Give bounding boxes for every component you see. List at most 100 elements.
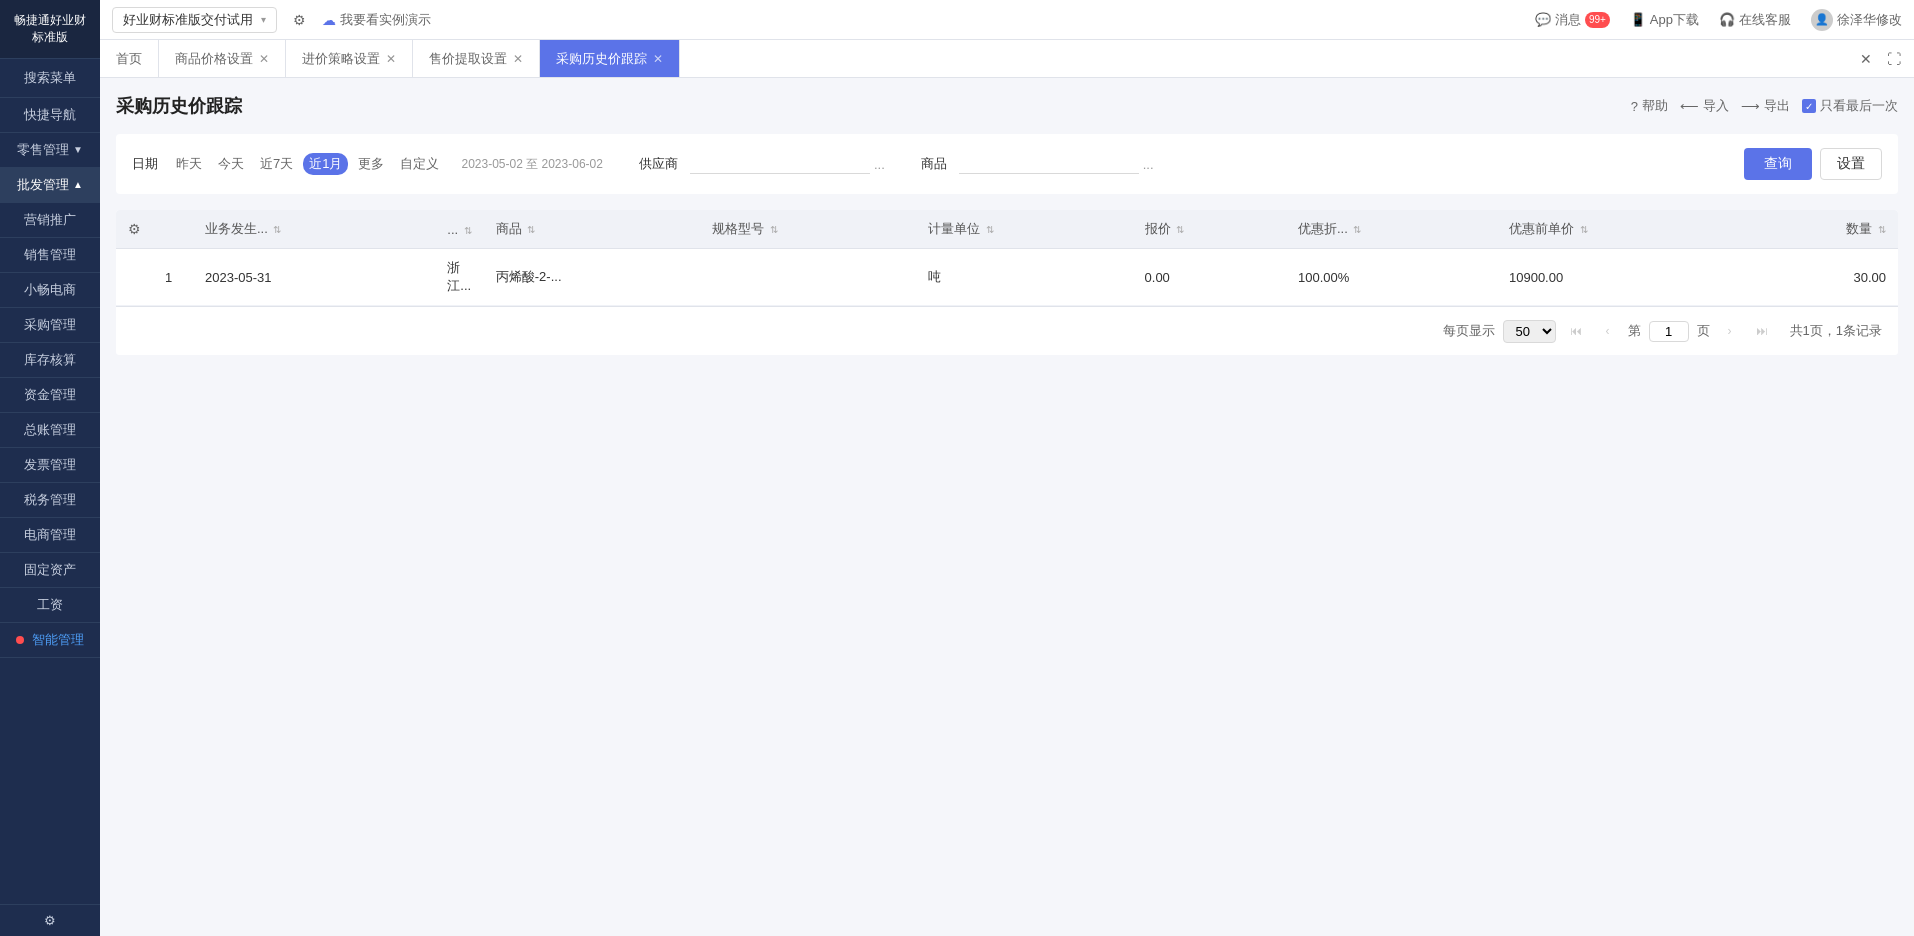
demo-link[interactable]: ☁ 我要看实例演示 <box>322 11 431 29</box>
table-header-date[interactable]: 业务发生... ⇅ <box>193 210 435 249</box>
table-header-goods[interactable]: 商品 ⇅ <box>484 210 700 249</box>
per-page-select[interactable]: 50 <box>1503 320 1556 343</box>
sidebar-item-ecom-small[interactable]: 小畅电商 <box>0 273 100 308</box>
table-header-spec[interactable]: 规格型号 ⇅ <box>700 210 916 249</box>
sidebar-item-quicknav[interactable]: 快捷导航 <box>0 98 100 133</box>
table-header-unit[interactable]: 计量单位 ⇅ <box>916 210 1132 249</box>
sidebar-item-inventory[interactable]: 库存核算 <box>0 343 100 378</box>
gear-icon[interactable]: ⚙ <box>128 221 141 237</box>
tab-expand-button[interactable]: ⛶ <box>1882 47 1906 71</box>
sort-icon-qty: ⇅ <box>1878 224 1886 235</box>
page-header: 采购历史价跟踪 ? 帮助 ⟵ 导入 ⟶ 导出 ✓ <box>116 94 1898 118</box>
tab-close-all-button[interactable]: ✕ <box>1854 47 1878 71</box>
supplier-input[interactable] <box>690 154 870 174</box>
table-header-more[interactable]: ... ⇅ <box>435 210 483 249</box>
sidebar-item-search[interactable]: 搜索菜单 <box>0 59 100 98</box>
row-date-cell: 2023-05-31 <box>193 249 435 306</box>
page-title: 采购历史价跟踪 <box>116 94 242 118</box>
row-qty-cell: 30.00 <box>1744 249 1898 306</box>
chevron-up-icon: ▲ <box>73 179 83 190</box>
sidebar-item-smart[interactable]: 智能管理 <box>0 623 100 658</box>
sort-icon-price: ⇅ <box>1176 224 1184 235</box>
message-button[interactable]: 💬 消息 99+ <box>1535 11 1610 29</box>
date-option-more[interactable]: 更多 <box>352 153 390 175</box>
goods-label: 商品 <box>921 155 947 173</box>
sort-icon-discount: ⇅ <box>1353 224 1361 235</box>
sidebar-item-marketing[interactable]: 营销推广 <box>0 203 100 238</box>
message-icon: 💬 <box>1535 12 1551 27</box>
row-goods-cell: 丙烯酸-2-... <box>484 249 700 306</box>
pagination-total: 共1页，1条记录 <box>1790 322 1882 340</box>
sidebar-item-sales[interactable]: 销售管理 <box>0 238 100 273</box>
user-menu[interactable]: 👤 徐泽华修改 <box>1811 9 1902 31</box>
tab-close-price[interactable]: ✕ <box>259 52 269 66</box>
goods-more-button[interactable]: ... <box>1143 157 1154 172</box>
goods-input[interactable] <box>959 154 1139 174</box>
tab-home[interactable]: 首页 <box>100 40 159 77</box>
pagination-last-button[interactable]: ⏭ <box>1750 319 1774 343</box>
date-option-1month[interactable]: 近1月 <box>303 153 348 175</box>
tab-purchase-history[interactable]: 采购历史价跟踪 ✕ <box>540 40 680 77</box>
date-options: 昨天 今天 近7天 近1月 更多 自定义 <box>170 153 445 175</box>
row-price-cell: 0.00 <box>1133 249 1286 306</box>
version-selector[interactable]: 好业财标准版交付试用 ▾ <box>112 7 277 33</box>
cloud-icon: ☁ <box>322 12 336 28</box>
app-download-button[interactable]: 📱 App下载 <box>1630 11 1699 29</box>
settings-button[interactable]: 设置 <box>1820 148 1882 180</box>
query-button[interactable]: 查询 <box>1744 148 1812 180</box>
sidebar-item-tax[interactable]: 税务管理 <box>0 483 100 518</box>
import-icon: ⟵ <box>1680 99 1699 114</box>
main-area: 好业财标准版交付试用 ▾ ⚙ ☁ 我要看实例演示 💬 消息 99+ 📱 App下… <box>100 0 1914 936</box>
sidebar-item-purchase[interactable]: 采购管理 <box>0 308 100 343</box>
table-header-discount[interactable]: 优惠折... ⇅ <box>1286 210 1497 249</box>
tab-bar: 首页 商品价格设置 ✕ 进价策略设置 ✕ 售价提取设置 ✕ 采购历史价跟踪 ✕ … <box>100 40 1914 78</box>
supplier-more-button[interactable]: ... <box>874 157 885 172</box>
sidebar-item-accounting[interactable]: 总账管理 <box>0 413 100 448</box>
sort-icon-pre-price: ⇅ <box>1580 224 1588 235</box>
table-header-gear: ⚙ <box>116 210 153 249</box>
pagination-next-button[interactable]: › <box>1718 319 1742 343</box>
sidebar-item-ecom[interactable]: 电商管理 <box>0 518 100 553</box>
date-option-custom[interactable]: 自定义 <box>394 153 445 175</box>
data-table-container: ⚙ 业务发生... ⇅ ... ⇅ <box>116 210 1898 355</box>
table-row: 1 2023-05-31 浙江... 丙烯酸-2-... 吨 0.00 100.… <box>116 249 1898 306</box>
table-header-num <box>153 210 193 249</box>
topbar-settings-icon[interactable]: ⚙ <box>293 12 306 28</box>
tab-close-purchase-strategy[interactable]: ✕ <box>386 52 396 66</box>
date-option-today[interactable]: 今天 <box>212 153 250 175</box>
help-button[interactable]: ? 帮助 <box>1631 97 1668 115</box>
row-spec-cell <box>700 249 916 306</box>
tab-price[interactable]: 商品价格设置 ✕ <box>159 40 286 77</box>
date-range-display: 2023-05-02 至 2023-06-02 <box>461 156 602 173</box>
import-button[interactable]: ⟵ 导入 <box>1680 97 1729 115</box>
data-table: ⚙ 业务发生... ⇅ ... ⇅ <box>116 210 1898 306</box>
row-unit-cell: 吨 <box>916 249 1132 306</box>
export-button[interactable]: ⟶ 导出 <box>1741 97 1790 115</box>
sidebar-settings-button[interactable]: ⚙ <box>0 904 100 936</box>
last-only-checkbox[interactable]: ✓ 只看最后一次 <box>1802 97 1898 115</box>
sidebar-item-payroll[interactable]: 工资 <box>0 588 100 623</box>
row-pre-price-cell: 10900.00 <box>1497 249 1745 306</box>
goods-filter: ... <box>959 154 1154 174</box>
pagination-first-button[interactable]: ⏮ <box>1564 319 1588 343</box>
date-option-yesterday[interactable]: 昨天 <box>170 153 208 175</box>
sidebar-item-retail[interactable]: 零售管理 ▼ <box>0 133 100 168</box>
support-button[interactable]: 🎧 在线客服 <box>1719 11 1791 29</box>
table-header-pre-price[interactable]: 优惠前单价 ⇅ <box>1497 210 1745 249</box>
sidebar-item-assets[interactable]: 固定资产 <box>0 553 100 588</box>
tab-close-purchase-history[interactable]: ✕ <box>653 52 663 66</box>
chevron-down-icon: ▼ <box>73 144 83 155</box>
date-option-7days[interactable]: 近7天 <box>254 153 299 175</box>
sidebar-item-wholesale[interactable]: 批发管理 ▲ <box>0 168 100 203</box>
pagination-prev-button[interactable]: ‹ <box>1596 319 1620 343</box>
sidebar-item-finance[interactable]: 资金管理 <box>0 378 100 413</box>
table-header-price[interactable]: 报价 ⇅ <box>1133 210 1286 249</box>
row-gear-cell <box>116 249 153 306</box>
table-header-qty[interactable]: 数量 ⇅ <box>1744 210 1898 249</box>
tab-sale-price[interactable]: 售价提取设置 ✕ <box>413 40 540 77</box>
tab-close-sale-price[interactable]: ✕ <box>513 52 523 66</box>
supplier-filter: ... <box>690 154 885 174</box>
tab-purchase-strategy[interactable]: 进价策略设置 ✕ <box>286 40 413 77</box>
sidebar-item-invoice[interactable]: 发票管理 <box>0 448 100 483</box>
page-input[interactable] <box>1649 321 1689 342</box>
